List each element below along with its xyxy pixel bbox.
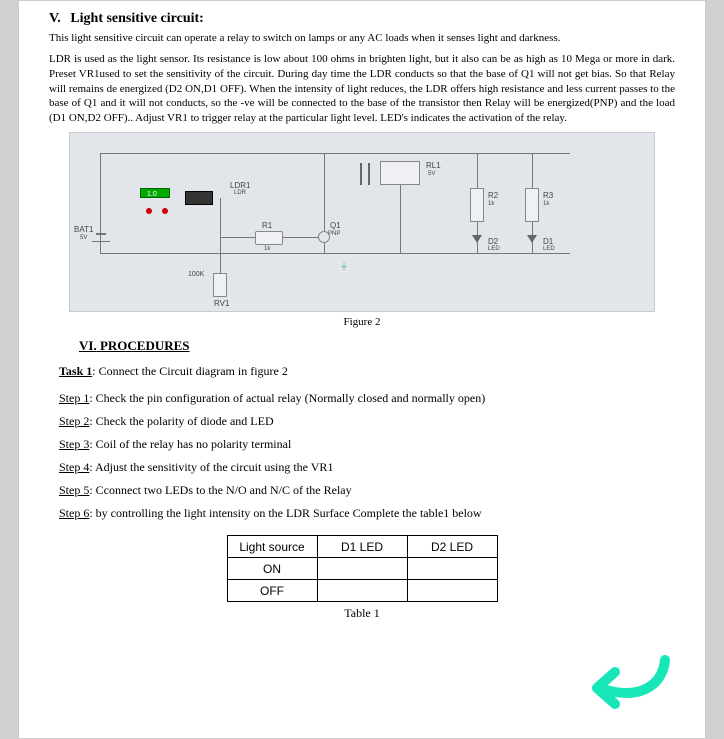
step-5: Step 5: Cconnect two LEDs to the N/O and… — [59, 483, 675, 498]
step-2: Step 2: Check the polarity of diode and … — [59, 414, 675, 429]
step-4: Step 4: Adjust the sensitivity of the ci… — [59, 460, 675, 475]
table-row: Light source D1 LED D2 LED — [227, 536, 497, 558]
rv1-pot-icon — [213, 273, 227, 297]
step-label: Step 6 — [59, 506, 89, 520]
r3-label: R3 — [543, 191, 553, 200]
step-label: Step 3 — [59, 437, 89, 451]
annotation-arrow-icon — [585, 642, 675, 712]
step-text: : Cconnect two LEDs to the N/O and N/C o… — [89, 483, 351, 497]
r3-component — [525, 188, 539, 222]
section5-title-text: Light sensitive circuit: — [70, 11, 204, 26]
bat1-label: BAT1 — [74, 225, 93, 234]
d1-label: D1 — [543, 237, 553, 246]
q1-label: Q1 — [330, 221, 341, 230]
q1-transistor-icon — [318, 231, 330, 243]
bat1-voltage: 5V — [80, 235, 87, 241]
r2-label: R2 — [488, 191, 498, 200]
d2-type: LED — [488, 246, 500, 252]
relay-contacts-icon — [380, 161, 420, 185]
step-text: : by controlling the light intensity on … — [89, 506, 481, 520]
ldr1-sub: LDR — [234, 190, 246, 196]
table-cell: ON — [227, 558, 317, 580]
task1-text: : Connect the Circuit diagram in figure … — [92, 364, 288, 378]
table-header: D1 LED — [317, 536, 407, 558]
task1-label: Task 1 — [59, 364, 92, 378]
section5-numeral: V. — [49, 11, 61, 26]
step-text: : Coil of the relay has no polarity term… — [89, 437, 291, 451]
step-text: : Check the pin configuration of actual … — [89, 391, 485, 405]
figure2-schematic: BAT1 5V 1.0 LDR1 LDR 100K RV1 R1 1k Q1 P… — [69, 132, 655, 312]
r1-value: 1k — [264, 246, 270, 252]
d1-type: LED — [543, 246, 555, 252]
section6-numeral: VI. — [79, 338, 97, 353]
table-cell — [407, 558, 497, 580]
relay-coil-icon — [360, 163, 370, 185]
rl1-label: RL1 — [426, 161, 441, 170]
r2-value: 1k — [488, 201, 494, 207]
d2-label: D2 — [488, 237, 498, 246]
section6-title: VI. PROCEDURES — [79, 338, 675, 354]
table-header: D2 LED — [407, 536, 497, 558]
ldr-body-icon — [185, 191, 213, 205]
step-text: : Adjust the sensitivity of the circuit … — [89, 460, 333, 474]
table-cell — [317, 558, 407, 580]
step-label: Step 4 — [59, 460, 89, 474]
rl1-voltage: 5V — [428, 171, 435, 177]
rv1-value: 100K — [188, 271, 204, 278]
figure2-caption: Figure 2 — [49, 316, 675, 328]
page: V. Light sensitive circuit: This light s… — [18, 0, 706, 739]
r3-value: 1k — [543, 201, 549, 207]
section5-title: V. Light sensitive circuit: — [49, 11, 675, 27]
d2-led-icon — [472, 235, 482, 243]
section5-para2: LDR is used as the light sensor. Its res… — [49, 52, 675, 126]
section6-title-text: PROCEDURES — [100, 338, 190, 353]
table-cell — [317, 580, 407, 602]
section5-para1: This light sensitive circuit can operate… — [49, 31, 675, 46]
rv1-label: RV1 — [214, 299, 229, 308]
indicator-box: 1.0 — [140, 188, 170, 198]
table-row: ON — [227, 558, 497, 580]
r1-label: R1 — [262, 221, 272, 230]
d1-led-icon — [527, 235, 537, 243]
table-header: Light source — [227, 536, 317, 558]
step-label: Step 1 — [59, 391, 89, 405]
step-label: Step 2 — [59, 414, 89, 428]
ldr1-label: LDR1 — [230, 181, 250, 190]
terminal-dot-icon — [146, 208, 152, 214]
r2-component — [470, 188, 484, 222]
task1: Task 1: Connect the Circuit diagram in f… — [59, 364, 675, 379]
terminal-dot-icon — [162, 208, 168, 214]
step-1: Step 1: Check the pin configuration of a… — [59, 391, 675, 406]
r1-component — [255, 231, 283, 245]
table-cell — [407, 580, 497, 602]
step-text: : Check the polarity of diode and LED — [89, 414, 273, 428]
table1-caption: Table 1 — [49, 606, 675, 621]
table1: Light source D1 LED D2 LED ON OFF — [227, 535, 498, 602]
table-cell: OFF — [227, 580, 317, 602]
step-label: Step 5 — [59, 483, 89, 497]
ground-icon: ⏚ — [340, 261, 348, 272]
step-6: Step 6: by controlling the light intensi… — [59, 506, 675, 521]
table-row: OFF — [227, 580, 497, 602]
step-3: Step 3: Coil of the relay has no polarit… — [59, 437, 675, 452]
